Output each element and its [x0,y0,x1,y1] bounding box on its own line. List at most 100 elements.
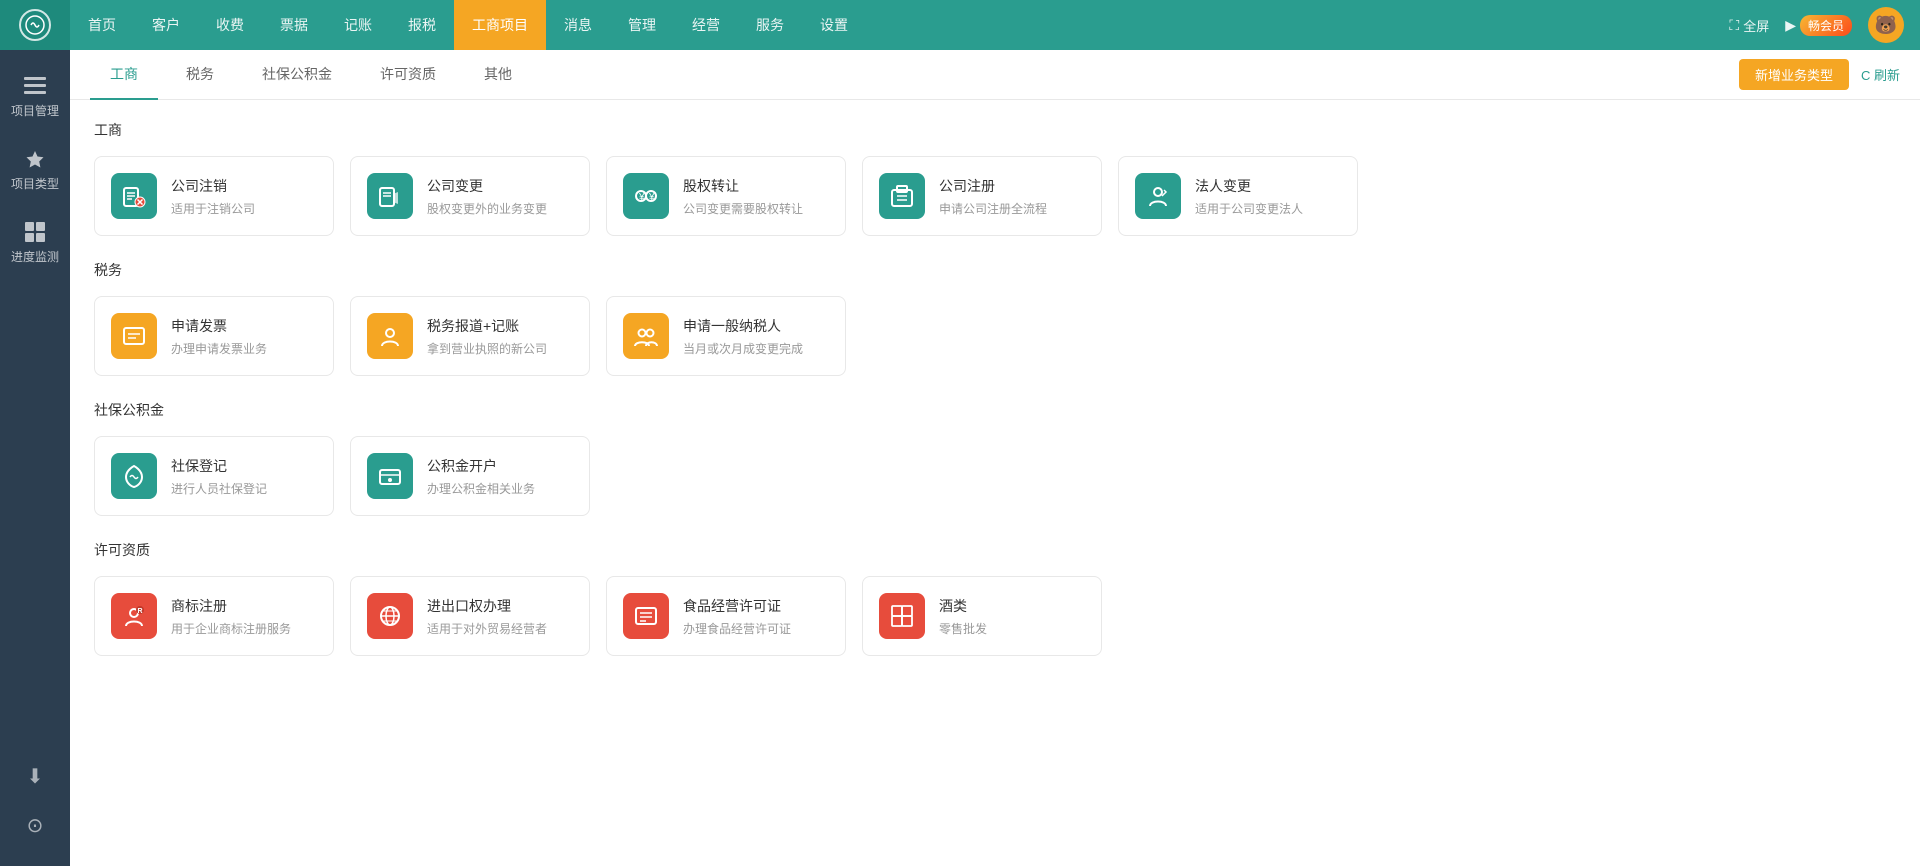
section-title-xuke: 许可资质 [94,540,1896,560]
card-name-equity-transfer: 股权转让 [683,176,803,196]
card-name-liquor: 酒类 [939,596,987,616]
sidebar: 项目管理 项目类型 进度监测 ⬇ ⊙ [0,50,70,866]
fullscreen-btn[interactable]: ⛶ 全屏 [1729,16,1769,35]
card-desc-liquor: 零售批发 [939,620,987,637]
svg-text:¥: ¥ [648,192,655,203]
card-desc-tax-report: 拿到营业执照的新公司 [427,340,547,357]
sidebar-label-project-type: 项目类型 [11,175,59,192]
nav-items: 首页 客户 收费 票据 记账 报税 工商项目 消息 管理 经营 服务 设置 [70,0,1729,50]
cards-grid-gongshang: 公司注销 适用于注销公司 公司变更 [94,156,1896,236]
card-icon-trademark: R [111,593,157,639]
card-desc-housing-fund: 办理公积金相关业务 [427,480,535,497]
card-import-export[interactable]: 进出口权办理 适用于对外贸易经营者 [350,576,590,656]
nav-home[interactable]: 首页 [70,0,134,50]
card-name-legal-change: 法人变更 [1195,176,1303,196]
card-icon-liquor [879,593,925,639]
card-housing-fund[interactable]: 公积金开户 办理公积金相关业务 [350,436,590,516]
card-desc-company-change: 股权变更外的业务变更 [427,200,547,217]
card-general-taxpayer[interactable]: 申请一般纳税人 当月或次月成变更完成 [606,296,846,376]
nav-fees[interactable]: 收费 [198,0,262,50]
card-icon-company-change [367,173,413,219]
nav-manage[interactable]: 管理 [610,0,674,50]
card-name-import-export: 进出口权办理 [427,596,547,616]
card-social-insurance[interactable]: 社保登记 进行人员社保登记 [94,436,334,516]
cards-grid-shebao: 社保登记 进行人员社保登记 公积金开户 办理公积金相关业务 [94,436,1896,516]
card-desc-social-insurance: 进行人员社保登记 [171,480,267,497]
nav-tax[interactable]: 报税 [390,0,454,50]
card-text-food-license: 食品经营许可证 办理食品经营许可证 [683,596,791,637]
svg-text:¥: ¥ [638,192,645,203]
card-food-license[interactable]: 食品经营许可证 办理食品经营许可证 [606,576,846,656]
card-text-equity-transfer: 股权转让 公司变更需要股权转让 [683,176,803,217]
sidebar-item-progress[interactable]: 进度监测 [0,206,70,279]
card-text-invoice-apply: 申请发票 办理申请发票业务 [171,316,267,357]
nav-bills[interactable]: 票据 [262,0,326,50]
tab-shuiwu[interactable]: 税务 [166,50,234,100]
sidebar-bottom: ⬇ ⊙ [0,752,70,866]
scroll-content[interactable]: 工商 公司注销 [70,100,1920,866]
card-icon-general-taxpayer [623,313,669,359]
vip-btn[interactable]: ▶ 畅会员 [1785,15,1852,36]
section-title-gongshang: 工商 [94,120,1896,140]
user-avatar[interactable]: 🐻 [1868,7,1904,43]
content-area: 工商 税务 社保公积金 许可资质 其他 新增业务类型 C 刷新 工商 [70,50,1920,866]
card-desc-food-license: 办理食品经营许可证 [683,620,791,637]
tab-gongshang[interactable]: 工商 [90,50,158,100]
card-name-housing-fund: 公积金开户 [427,456,535,476]
card-name-company-cancel: 公司注销 [171,176,255,196]
sidebar-label-progress: 进度监测 [11,248,59,265]
card-text-social-insurance: 社保登记 进行人员社保登记 [171,456,267,497]
nav-customer[interactable]: 客户 [134,0,198,50]
sidebar-help-btn[interactable]: ⊙ [0,801,70,850]
new-type-button[interactable]: 新增业务类型 [1739,59,1849,90]
card-trademark[interactable]: R 商标注册 用于企业商标注册服务 [94,576,334,656]
card-text-company-cancel: 公司注销 适用于注销公司 [171,176,255,217]
sidebar-item-project-type[interactable]: 项目类型 [0,133,70,206]
card-company-cancel[interactable]: 公司注销 适用于注销公司 [94,156,334,236]
card-desc-equity-transfer: 公司变更需要股权转让 [683,200,803,217]
card-icon-company-register [879,173,925,219]
card-icon-company-cancel [111,173,157,219]
card-desc-legal-change: 适用于公司变更法人 [1195,200,1303,217]
card-equity-transfer[interactable]: ¥ ¥ 股权转让 公司变更需要股权转让 [606,156,846,236]
card-text-import-export: 进出口权办理 适用于对外贸易经营者 [427,596,547,637]
refresh-button[interactable]: C 刷新 [1861,65,1900,84]
card-tax-report[interactable]: 税务报道+记账 拿到营业执照的新公司 [350,296,590,376]
nav-service[interactable]: 服务 [738,0,802,50]
sidebar-item-project-mgmt[interactable]: 项目管理 [0,60,70,133]
card-text-general-taxpayer: 申请一般纳税人 当月或次月成变更完成 [683,316,803,357]
card-name-invoice-apply: 申请发票 [171,316,267,336]
card-icon-import-export [367,593,413,639]
nav-settings[interactable]: 设置 [802,0,866,50]
card-invoice-apply[interactable]: 申请发票 办理申请发票业务 [94,296,334,376]
sidebar-download-btn[interactable]: ⬇ [0,752,70,801]
card-company-register[interactable]: 公司注册 申请公司注册全流程 [862,156,1102,236]
card-desc-company-cancel: 适用于注销公司 [171,200,255,217]
nav-accounting[interactable]: 记账 [326,0,390,50]
logo-icon [19,9,51,41]
tab-other[interactable]: 其他 [464,50,532,100]
tab-xuke[interactable]: 许可资质 [360,50,456,100]
nav-right: ⛶ 全屏 ▶ 畅会员 🐻 [1729,7,1920,43]
card-name-company-register: 公司注册 [939,176,1047,196]
nav-message[interactable]: 消息 [546,0,610,50]
card-desc-invoice-apply: 办理申请发票业务 [171,340,267,357]
vip-label: 畅会员 [1800,15,1852,36]
card-name-food-license: 食品经营许可证 [683,596,791,616]
card-company-change[interactable]: 公司变更 股权变更外的业务变更 [350,156,590,236]
nav-operation[interactable]: 经营 [674,0,738,50]
card-icon-equity-transfer: ¥ ¥ [623,173,669,219]
project-mgmt-icon [23,74,47,98]
card-desc-general-taxpayer: 当月或次月成变更完成 [683,340,803,357]
card-icon-tax-report [367,313,413,359]
card-liquor[interactable]: 酒类 零售批发 [862,576,1102,656]
card-text-trademark: 商标注册 用于企业商标注册服务 [171,596,291,637]
tab-shebao[interactable]: 社保公积金 [242,50,352,100]
card-legal-change[interactable]: 法人变更 适用于公司变更法人 [1118,156,1358,236]
nav-business[interactable]: 工商项目 [454,0,546,50]
sidebar-label-project-mgmt: 项目管理 [11,102,59,119]
card-desc-trademark: 用于企业商标注册服务 [171,620,291,637]
card-name-general-taxpayer: 申请一般纳税人 [683,316,803,336]
logo[interactable] [0,0,70,50]
card-text-housing-fund: 公积金开户 办理公积金相关业务 [427,456,535,497]
